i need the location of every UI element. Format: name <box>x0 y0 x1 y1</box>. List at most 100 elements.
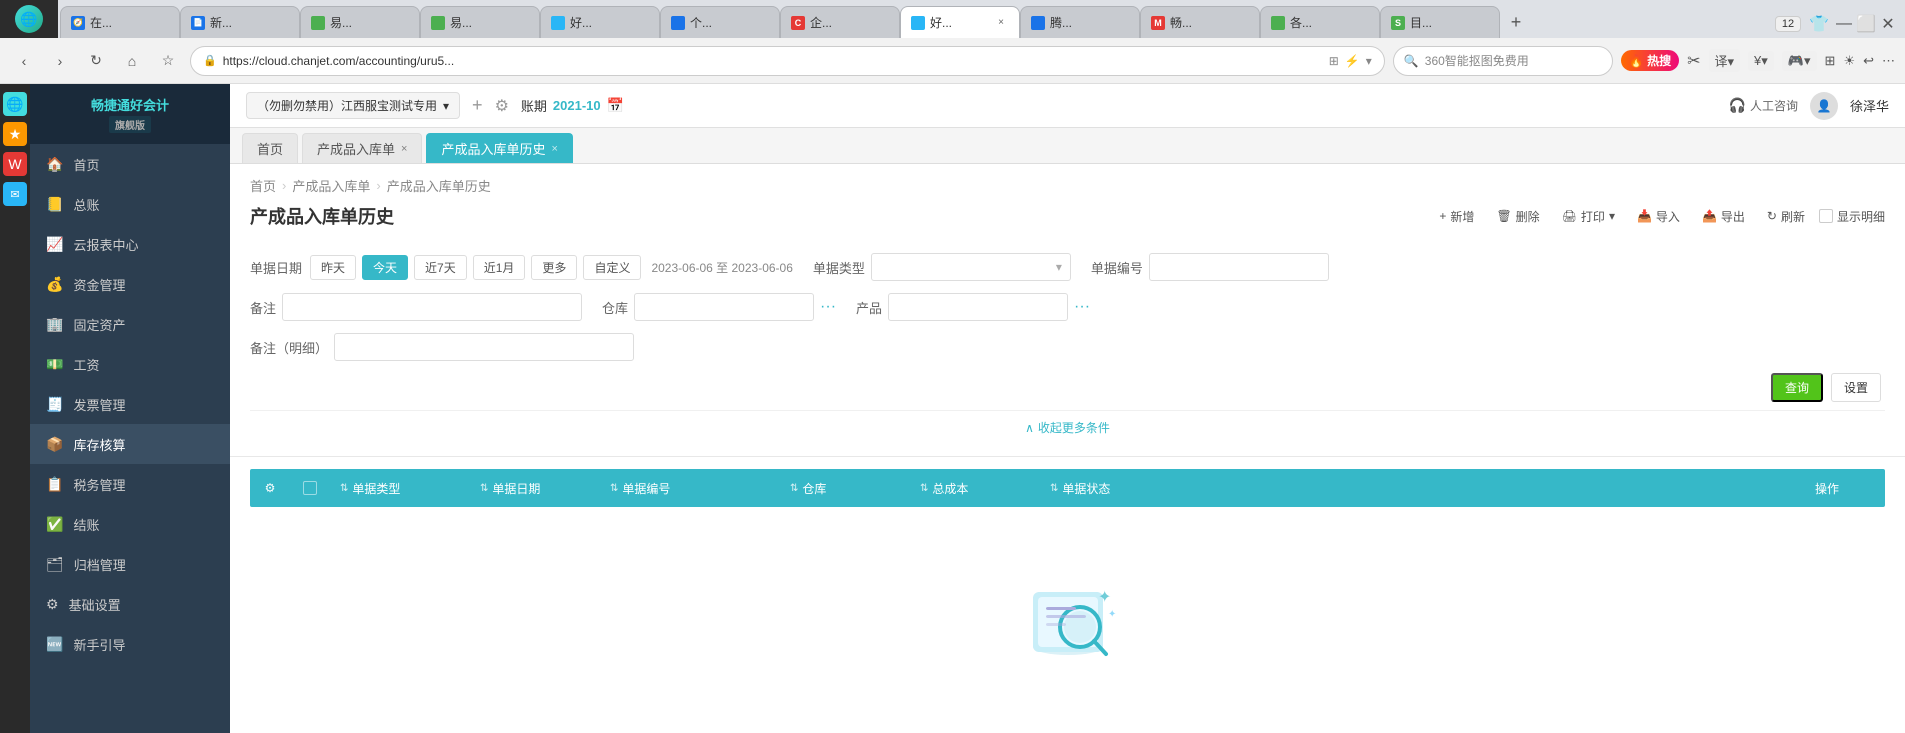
maximize-button[interactable]: ⬜ <box>1859 17 1873 31</box>
tab-1[interactable]: 🧭 在... <box>60 6 180 38</box>
tab-8-close[interactable]: × <box>993 15 1009 31</box>
tab-6[interactable]: 个... <box>660 6 780 38</box>
tab-8-active[interactable]: 好... × <box>900 6 1020 38</box>
back-button[interactable]: ‹ <box>10 47 38 75</box>
th-warehouse[interactable]: ⇅ 仓库 <box>780 480 910 497</box>
dropdown-icon[interactable]: ▾ <box>1366 54 1372 68</box>
tab-2[interactable]: 📄 新... <box>180 6 300 38</box>
sidebar-item-report[interactable]: 📈 云报表中心 <box>30 224 230 264</box>
user-service-button[interactable]: 🎧 人工咨询 <box>1729 97 1798 114</box>
hot-search-badge[interactable]: 🔥 热搜 <box>1621 50 1679 71</box>
sidebar-label-settings: 基础设置 <box>69 595 121 614</box>
th-type[interactable]: ⇅ 单据类型 <box>330 480 470 497</box>
date-btn-yesterday[interactable]: 昨天 <box>310 255 356 280</box>
sun-icon[interactable]: ☀ <box>1843 53 1855 69</box>
settings-icon[interactable]: ⋯ <box>1882 53 1895 69</box>
note-input[interactable] <box>282 293 582 321</box>
lightning-icon[interactable]: ⚡ <box>1345 54 1360 68</box>
new-tab-button[interactable]: + <box>1500 6 1532 38</box>
print-button[interactable]: 🖨 打印 ▾ <box>1554 204 1623 229</box>
undo-icon[interactable]: ↩ <box>1863 53 1874 69</box>
th-checkbox[interactable] <box>290 481 330 495</box>
date-btn-more[interactable]: 更多 <box>531 255 577 280</box>
add-button[interactable]: + 新增 <box>1431 204 1482 229</box>
tab-3[interactable]: 易... <box>300 6 420 38</box>
sidebar-item-settlement[interactable]: ✅ 结账 <box>30 504 230 544</box>
date-btn-1month[interactable]: 近1月 <box>473 255 526 280</box>
page-tab-list[interactable]: 产成品入库单 × <box>302 133 422 163</box>
import-button[interactable]: 📥 导入 <box>1629 204 1688 229</box>
refresh-action-button[interactable]: ↻ 刷新 <box>1759 204 1813 229</box>
rail-icon-1[interactable]: 🌐 <box>3 92 27 116</box>
tab-12[interactable]: S 目... <box>1380 6 1500 38</box>
export-button[interactable]: 📤 导出 <box>1694 204 1753 229</box>
date-btn-today[interactable]: 今天 <box>362 255 408 280</box>
warehouse-input[interactable] <box>634 293 814 321</box>
rail-icon-3[interactable]: W <box>3 152 27 176</box>
page-tab-history[interactable]: 产成品入库单历史 × <box>426 133 572 163</box>
th-date[interactable]: ⇅ 单据日期 <box>470 480 600 497</box>
apps-icon[interactable]: ⊞ <box>1825 53 1836 69</box>
tab-5[interactable]: 好... <box>540 6 660 38</box>
sidebar-item-inventory[interactable]: 📦 库存核算 <box>30 424 230 464</box>
delete-button[interactable]: 🗑 删除 <box>1488 204 1547 229</box>
collapse-button[interactable]: ∧ 收起更多条件 <box>250 410 1885 444</box>
tab-4[interactable]: 易... <box>420 6 540 38</box>
num-input[interactable] <box>1149 253 1329 281</box>
th-num[interactable]: ⇅ 单据编号 <box>600 480 780 497</box>
translate-icon[interactable]: 译▾ <box>1709 49 1741 72</box>
product-input[interactable] <box>888 293 1068 321</box>
sidebar-item-tax[interactable]: 📋 税务管理 <box>30 464 230 504</box>
sidebar-item-invoice[interactable]: 🧾 发票管理 <box>30 384 230 424</box>
warehouse-dots[interactable]: ··· <box>820 298 836 316</box>
address-box[interactable]: 🔒 https://cloud.chanjet.com/accounting/u… <box>190 46 1385 76</box>
search-box[interactable]: 🔍 360智能抠图免费用 <box>1393 46 1613 76</box>
company-selector[interactable]: （勿删勿禁用）江西服宝测试专用 ▾ <box>246 92 460 119</box>
bookmark-button[interactable]: ☆ <box>154 47 182 75</box>
sidebar-item-home[interactable]: 🏠 首页 <box>30 144 230 184</box>
th-status[interactable]: ⇅ 单据状态 <box>1040 480 1170 497</box>
yuan-icon[interactable]: ¥▾ <box>1748 51 1774 71</box>
note-detail-input[interactable] <box>334 333 634 361</box>
forward-button[interactable]: › <box>46 47 74 75</box>
type-select[interactable]: ▾ <box>871 253 1071 281</box>
game-icon[interactable]: 🎮▾ <box>1782 51 1817 71</box>
close-button[interactable]: ✕ <box>1881 17 1895 31</box>
page-tab-history-close[interactable]: × <box>551 143 557 155</box>
rail-icon-2[interactable]: ★ <box>3 122 27 146</box>
sidebar-item-salary[interactable]: 💵 工资 <box>30 344 230 384</box>
tab-11[interactable]: 各... <box>1260 6 1380 38</box>
home-button[interactable]: ⌂ <box>118 47 146 75</box>
tab-1-icon: 🧭 <box>71 16 85 30</box>
tab-10[interactable]: M 畅... <box>1140 6 1260 38</box>
add-period-button[interactable]: + <box>472 95 483 116</box>
cut-icon[interactable]: ✂ <box>1687 51 1700 71</box>
sidebar-item-settings[interactable]: ⚙ 基础设置 <box>30 584 230 624</box>
sidebar-item-ledger[interactable]: 📒 总账 <box>30 184 230 224</box>
sidebar-item-archive[interactable]: 🗂 归档管理 <box>30 544 230 584</box>
sidebar-item-newentry[interactable]: 🆕 新手引导 <box>30 624 230 664</box>
query-button[interactable]: 查询 <box>1771 373 1823 402</box>
rail-icon-4[interactable]: ✉ <box>3 182 27 206</box>
sidebar-item-fund[interactable]: 💰 资金管理 <box>30 264 230 304</box>
th-gear[interactable]: ⚙ <box>250 481 290 495</box>
tab-7[interactable]: C 企... <box>780 6 900 38</box>
page-tab-list-close[interactable]: × <box>401 143 407 155</box>
show-detail-checkbox[interactable]: 显示明细 <box>1819 208 1885 225</box>
sidebar-item-asset[interactable]: 🏢 固定资产 <box>30 304 230 344</box>
page-tab-home[interactable]: 首页 <box>242 133 298 163</box>
th-cost[interactable]: ⇅ 总成本 <box>910 480 1040 497</box>
date-btn-custom[interactable]: 自定义 <box>583 255 641 280</box>
user-avatar[interactable]: 👤 <box>1810 92 1838 120</box>
period-settings-icon[interactable]: ⚙ <box>495 96 509 116</box>
refresh-button[interactable]: ↻ <box>82 47 110 75</box>
th-warehouse-label: 仓库 <box>802 480 826 497</box>
calendar-icon[interactable]: 📅 <box>607 97 624 114</box>
grid-icon[interactable]: ⊞ <box>1329 54 1339 68</box>
page-content: 首页 › 产成品入库单 › 产成品入库单历史 产成品入库单历史 + <box>230 164 1905 733</box>
date-btn-7days[interactable]: 近7天 <box>414 255 467 280</box>
tab-9[interactable]: 腾... <box>1020 6 1140 38</box>
product-dots[interactable]: ··· <box>1074 298 1090 316</box>
minimize-button[interactable]: — <box>1837 17 1851 31</box>
settings-button[interactable]: 设置 <box>1831 373 1881 402</box>
